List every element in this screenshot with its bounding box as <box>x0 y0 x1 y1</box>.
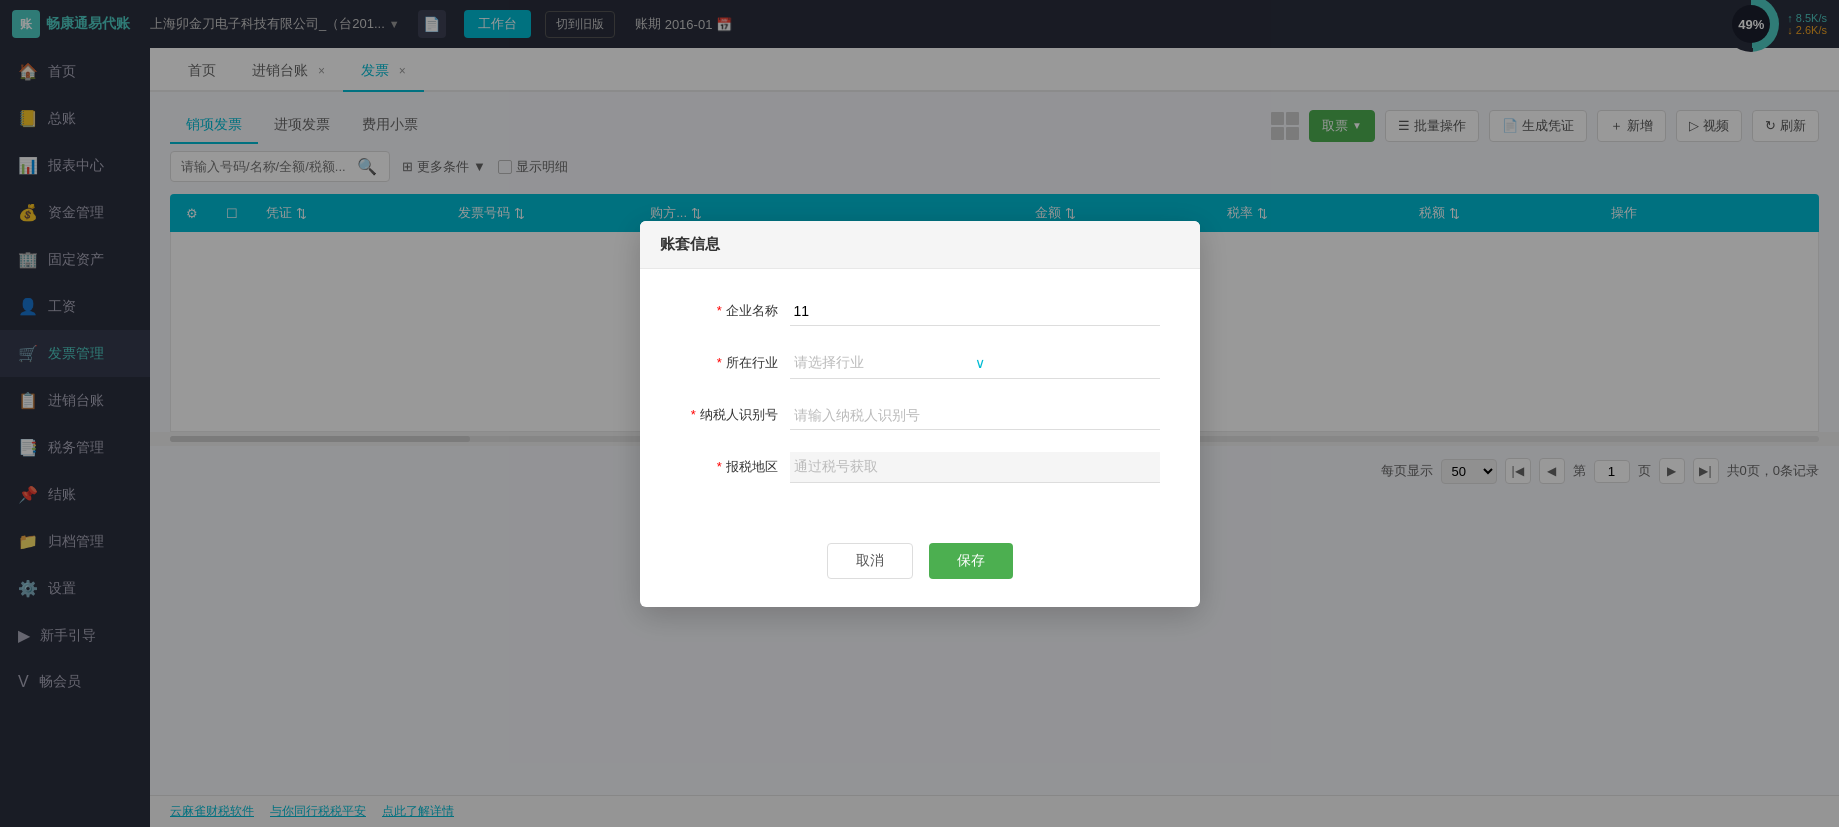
tax-id-field <box>790 401 1160 430</box>
account-info-dialog: 账套信息 * 企业名称 * 所在行业 <box>640 221 1200 607</box>
cancel-button[interactable]: 取消 <box>827 543 913 579</box>
tax-id-input[interactable] <box>790 401 1160 430</box>
save-button[interactable]: 保存 <box>929 543 1013 579</box>
company-name-label: * 企业名称 <box>680 302 790 320</box>
dialog-body: * 企业名称 * 所在行业 请选择行业 ∨ <box>640 269 1200 533</box>
industry-placeholder: 请选择行业 <box>794 354 975 372</box>
dialog-footer: 取消 保存 <box>640 533 1200 607</box>
company-name-row: * 企业名称 <box>680 297 1160 326</box>
tax-region-label: * 报税地区 <box>680 458 790 476</box>
required-mark: * <box>717 303 722 318</box>
industry-dropdown-icon: ∨ <box>975 355 1156 371</box>
dialog-title: 账套信息 <box>660 235 720 252</box>
dialog-header: 账套信息 <box>640 221 1200 269</box>
tax-id-row: * 纳税人识别号 <box>680 401 1160 430</box>
required-mark-3: * <box>691 407 696 422</box>
tax-region-field: 通过税号获取 <box>790 452 1160 483</box>
industry-label: * 所在行业 <box>680 354 790 372</box>
required-mark-2: * <box>717 355 722 370</box>
company-name-input[interactable] <box>790 297 1160 326</box>
modal-overlay: 账套信息 * 企业名称 * 所在行业 <box>0 0 1839 827</box>
industry-field[interactable]: 请选择行业 ∨ <box>790 348 1160 379</box>
company-name-field <box>790 297 1160 326</box>
industry-select[interactable]: 请选择行业 ∨ <box>790 348 1160 379</box>
tax-id-label: * 纳税人识别号 <box>680 406 790 424</box>
industry-row: * 所在行业 请选择行业 ∨ <box>680 348 1160 379</box>
tax-region-display: 通过税号获取 <box>790 452 1160 483</box>
required-mark-4: * <box>717 459 722 474</box>
tax-region-row: * 报税地区 通过税号获取 <box>680 452 1160 483</box>
